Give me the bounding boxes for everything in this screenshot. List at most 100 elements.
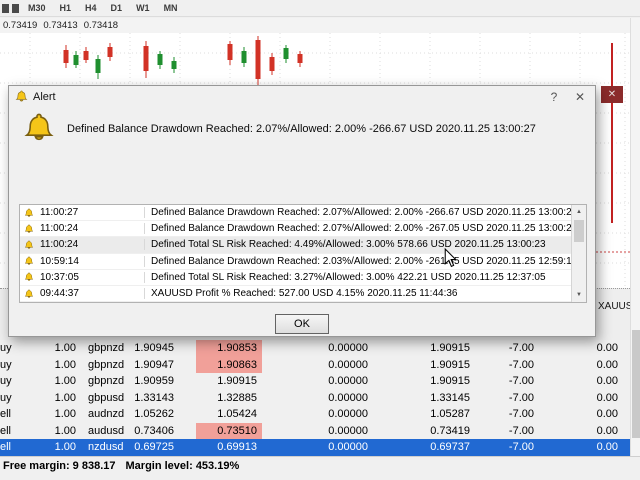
bell-icon <box>24 208 34 217</box>
scrollbar-thumb[interactable] <box>632 330 640 438</box>
alert-message: Defined Total SL Risk Reached: 4.49%/All… <box>144 239 546 251</box>
timeframe-button[interactable]: H1 <box>54 1 78 16</box>
alert-list-item[interactable]: 11:00:24 Defined Balance Drawdown Reache… <box>20 221 571 238</box>
cell-order-type: uy <box>0 358 12 371</box>
cell-take-profit: 0.00000 <box>328 342 368 354</box>
mouse-cursor <box>444 248 457 268</box>
table-row[interactable]: ell 1.00 nzdusd 0.69725 0.69913 0.00000 … <box>0 439 630 456</box>
cell-stop-loss: 1.90915 <box>217 375 257 387</box>
cell-size: 1.00 <box>54 358 76 371</box>
bell-icon <box>24 240 34 249</box>
alert-time: 11:00:24 <box>40 223 79 235</box>
timeframe-button[interactable]: W1 <box>130 1 156 16</box>
cell-take-profit: 0.00000 <box>328 358 368 371</box>
scroll-down-icon[interactable]: ▼ <box>572 288 586 302</box>
bell-icon <box>15 90 28 102</box>
cell-current-price: 1.90915 <box>430 358 470 371</box>
cell-order-type: uy <box>0 375 12 387</box>
cell-swap: 0.00 <box>596 391 618 404</box>
ok-button[interactable]: OK <box>275 314 329 334</box>
cell-open-price: 0.73406 <box>134 424 174 437</box>
cell-current-price: 1.05287 <box>430 408 470 420</box>
cell-commission: -7.00 <box>508 358 534 371</box>
cell-commission: -7.00 <box>508 408 534 420</box>
timeframe-button[interactable]: MN <box>158 1 184 16</box>
cell-commission: -7.00 <box>508 391 534 404</box>
alert-list-item[interactable]: 11:00:27 Defined Balance Drawdown Reache… <box>20 205 571 222</box>
margin-level-value: Margin level: 453.19% <box>125 460 240 472</box>
cell-take-profit: 0.00000 <box>328 375 368 387</box>
quote-value: 0.73418 <box>83 20 119 31</box>
timeframe-button[interactable]: H4 <box>79 1 103 16</box>
cell-open-price: 1.05262 <box>134 408 174 420</box>
table-row[interactable]: ell 1.00 audnzd 1.05262 1.05424 0.00000 … <box>0 406 630 423</box>
cell-stop-loss: 1.32885 <box>217 391 257 404</box>
cell-commission: -7.00 <box>508 342 534 354</box>
cell-take-profit: 0.00000 <box>328 391 368 404</box>
cell-current-price: 0.73419 <box>430 424 470 437</box>
free-margin-value: Free margin: 9 838.17 <box>3 460 116 472</box>
timeframe-button[interactable]: D1 <box>105 1 129 16</box>
dialog-title-bar[interactable]: Alert ? ✕ <box>9 86 595 107</box>
quote-strip: 0.73419 0.73413 0.73418 <box>0 18 640 33</box>
vertical-scrollbar[interactable] <box>630 18 640 456</box>
cell-stop-loss: 0.69913 <box>217 441 257 453</box>
alert-list-item[interactable]: 10:37:05 Defined Total SL Risk Reached: … <box>20 270 571 286</box>
alert-list-item[interactable]: 09:44:37 XAUUSD Profit % Reached: 527.00… <box>20 286 571 302</box>
cell-swap: 0.00 <box>596 424 618 437</box>
cell-size: 1.00 <box>54 342 76 354</box>
cell-current-price: 1.90915 <box>430 375 470 387</box>
cell-open-price: 1.90945 <box>134 342 174 354</box>
bell-icon <box>24 272 34 282</box>
cell-current-price: 1.33145 <box>430 391 470 404</box>
alert-list: 11:00:27 Defined Balance Drawdown Reache… <box>20 205 571 302</box>
status-bar: Free margin: 9 838.17 Margin level: 453.… <box>0 456 640 480</box>
toolbar-icon[interactable] <box>12 3 19 13</box>
alert-dialog: Alert ? ✕ Defined Balance Drawdown Reach… <box>8 85 596 337</box>
cell-current-price: 0.69737 <box>430 441 470 453</box>
table-row[interactable]: uy 1.00 gbpnzd 1.90945 1.90853 0.00000 1… <box>0 340 630 357</box>
cell-open-price: 1.90959 <box>134 375 174 387</box>
bell-icon <box>24 256 34 265</box>
cell-open-price: 0.69725 <box>134 441 174 453</box>
cell-commission: -7.00 <box>508 375 534 387</box>
alert-main-message: Defined Balance Drawdown Reached: 2.07%/… <box>67 123 536 135</box>
cell-take-profit: 0.00000 <box>328 424 368 437</box>
scroll-up-icon[interactable]: ▲ <box>572 205 586 219</box>
alert-list-item[interactable]: 11:00:24 Defined Total SL Risk Reached: … <box>20 237 571 254</box>
toolbar-icon[interactable] <box>2 3 9 13</box>
cell-order-type: ell <box>0 441 12 453</box>
close-icon[interactable]: ✕ <box>567 87 593 107</box>
alert-message: XAUUSD Profit % Reached: 527.00 USD 4.15… <box>144 288 457 300</box>
cell-order-type: uy <box>0 391 12 404</box>
list-scrollbar-thumb[interactable] <box>574 220 584 242</box>
alert-message: Defined Total SL Risk Reached: 3.27%/All… <box>144 271 546 283</box>
positions-table: uy 1.00 gbpnzd 1.90945 1.90853 0.00000 1… <box>0 340 630 456</box>
metatrader-window: M30 H1 H4 D1 W1 MN 0.73419 0.73413 0.734… <box>0 0 640 480</box>
help-button[interactable]: ? <box>541 87 567 107</box>
table-row[interactable]: ell 1.00 audusd 0.73406 0.73510 0.00000 … <box>0 422 630 439</box>
table-row[interactable]: uy 1.00 gbpnzd 1.90959 1.90915 0.00000 1… <box>0 373 630 390</box>
timeframe-button[interactable]: M30 <box>22 1 52 16</box>
cell-swap: 0.00 <box>596 342 618 354</box>
list-scrollbar[interactable]: ▲ ▼ <box>571 205 586 302</box>
alert-message: Defined Balance Drawdown Reached: 2.03%/… <box>144 255 571 267</box>
window-close-button[interactable]: ✕ <box>601 86 623 103</box>
cell-stop-loss: 1.90853 <box>196 340 262 357</box>
alert-time: 11:00:27 <box>40 207 79 219</box>
cell-open-price: 1.33143 <box>134 391 174 404</box>
alert-message: Defined Balance Drawdown Reached: 2.07%/… <box>144 207 571 219</box>
table-row[interactable]: uy 1.00 gbpusd 1.33143 1.32885 0.00000 1… <box>0 390 630 407</box>
alert-list-box: 11:00:27 Defined Balance Drawdown Reache… <box>19 204 587 303</box>
cell-stop-loss: 0.73510 <box>196 422 262 439</box>
alert-list-item[interactable]: 10:59:14 Defined Balance Drawdown Reache… <box>20 254 571 270</box>
cell-order-type: ell <box>0 408 12 420</box>
cell-order-type: uy <box>0 342 12 354</box>
cell-size: 1.00 <box>54 424 76 437</box>
cell-size: 1.00 <box>54 408 76 420</box>
cell-take-profit: 0.00000 <box>328 408 368 420</box>
cell-stop-loss: 1.90863 <box>196 356 262 373</box>
cell-size: 1.00 <box>54 441 76 453</box>
cell-stop-loss: 1.05424 <box>217 408 257 420</box>
table-row[interactable]: uy 1.00 gbpnzd 1.90947 1.90863 0.00000 1… <box>0 356 630 373</box>
